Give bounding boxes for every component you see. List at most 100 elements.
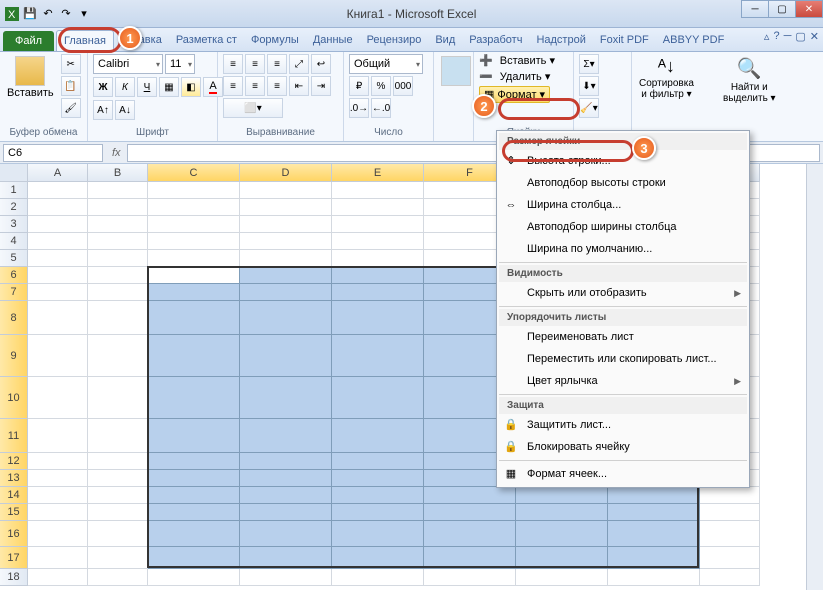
cell[interactable] [148, 250, 240, 267]
cell[interactable] [28, 335, 88, 377]
cell[interactable] [148, 301, 240, 335]
cell[interactable] [148, 521, 240, 547]
menu-format-cells[interactable]: ▦Формат ячеек... [499, 463, 747, 485]
row-header[interactable]: 2 [0, 199, 28, 216]
cell[interactable] [28, 233, 88, 250]
cell[interactable] [332, 487, 424, 504]
increase-indent-icon[interactable]: ⇥ [311, 76, 331, 96]
column-header[interactable]: C [148, 164, 240, 182]
cell[interactable] [88, 267, 148, 284]
tab-Разработч[interactable]: Разработч [462, 30, 529, 51]
underline-button[interactable]: Ч [137, 77, 157, 97]
cell[interactable] [332, 182, 424, 199]
menu-autofit-row[interactable]: Автоподбор высоты строки [499, 172, 747, 194]
cell[interactable] [700, 547, 760, 569]
percent-icon[interactable]: % [371, 76, 391, 96]
cell[interactable] [608, 569, 700, 586]
row-header[interactable]: 18 [0, 569, 28, 586]
cell[interactable] [332, 267, 424, 284]
tab-Формулы[interactable]: Формулы [244, 30, 306, 51]
cell[interactable] [240, 419, 332, 453]
cell[interactable] [240, 182, 332, 199]
cell[interactable] [332, 233, 424, 250]
close-button[interactable]: ✕ [795, 0, 823, 18]
cell[interactable] [148, 504, 240, 521]
cell[interactable] [28, 216, 88, 233]
align-middle-icon[interactable]: ≡ [245, 54, 265, 74]
menu-col-width[interactable]: ⇔Ширина столбца... [499, 194, 747, 216]
align-left-icon[interactable]: ≡ [223, 76, 243, 96]
cell[interactable] [240, 199, 332, 216]
cell[interactable] [240, 521, 332, 547]
cell[interactable] [28, 419, 88, 453]
border-button[interactable]: ▦ [159, 77, 179, 97]
mdi-close-icon[interactable]: ✕ [810, 30, 819, 43]
insert-cells-button[interactable]: ➕ Вставить ▾ [479, 54, 555, 67]
vertical-scrollbar[interactable] [806, 164, 823, 590]
cell[interactable] [88, 470, 148, 487]
menu-lock-cell[interactable]: 🔒Блокировать ячейку [499, 436, 747, 458]
tab-Foxit PDF[interactable]: Foxit PDF [593, 30, 656, 51]
format-painter-icon[interactable]: 🖌 [61, 98, 81, 118]
menu-protect-sheet[interactable]: 🔒Защитить лист... [499, 414, 747, 436]
align-center-icon[interactable]: ≡ [245, 76, 265, 96]
cell[interactable] [240, 504, 332, 521]
cell[interactable] [148, 470, 240, 487]
cell[interactable] [240, 301, 332, 335]
cell[interactable] [28, 487, 88, 504]
menu-tab-color[interactable]: Цвет ярлычка▶ [499, 370, 747, 392]
cell[interactable] [608, 487, 700, 504]
cell[interactable] [608, 547, 700, 569]
cell[interactable] [88, 216, 148, 233]
cell[interactable] [148, 377, 240, 419]
maximize-button[interactable]: ▢ [768, 0, 796, 18]
delete-cells-button[interactable]: ➖ Удалить ▾ [479, 70, 550, 83]
cell[interactable] [332, 377, 424, 419]
align-bottom-icon[interactable]: ≡ [267, 54, 287, 74]
name-box[interactable]: C6 [3, 144, 103, 162]
cell[interactable] [28, 250, 88, 267]
cell[interactable] [240, 470, 332, 487]
cell[interactable] [28, 267, 88, 284]
cell[interactable] [332, 335, 424, 377]
cell[interactable] [148, 419, 240, 453]
cell[interactable] [28, 470, 88, 487]
cell[interactable] [28, 377, 88, 419]
fx-icon[interactable]: fx [106, 147, 127, 159]
cell[interactable] [332, 504, 424, 521]
shrink-font-icon[interactable]: A↓ [115, 100, 135, 120]
undo-icon[interactable]: ↶ [40, 6, 56, 22]
cell[interactable] [240, 569, 332, 586]
cell[interactable] [424, 547, 516, 569]
bold-button[interactable]: Ж [93, 77, 113, 97]
cell[interactable] [608, 521, 700, 547]
cell[interactable] [28, 301, 88, 335]
cell[interactable] [240, 267, 332, 284]
cell[interactable] [700, 504, 760, 521]
column-header[interactable]: B [88, 164, 148, 182]
decrease-indent-icon[interactable]: ⇤ [289, 76, 309, 96]
menu-row-height[interactable]: ⇕Высота строки... [499, 150, 747, 172]
comma-icon[interactable]: 000 [393, 76, 413, 96]
cell[interactable] [516, 487, 608, 504]
column-header[interactable]: A [28, 164, 88, 182]
sort-filter-button[interactable]: ᴬ↓ Сортировка и фильтр ▾ [637, 54, 696, 102]
cell[interactable] [28, 453, 88, 470]
row-header[interactable]: 16 [0, 521, 28, 547]
tab-Вид[interactable]: Вид [428, 30, 462, 51]
tab-Надстрой[interactable]: Надстрой [529, 30, 592, 51]
column-header[interactable]: E [332, 164, 424, 182]
cell[interactable] [516, 547, 608, 569]
cell[interactable] [240, 216, 332, 233]
cell[interactable] [28, 284, 88, 301]
cell[interactable] [332, 453, 424, 470]
row-header[interactable]: 5 [0, 250, 28, 267]
cell[interactable] [332, 470, 424, 487]
cell[interactable] [240, 487, 332, 504]
cell[interactable] [28, 504, 88, 521]
row-header[interactable]: 12 [0, 453, 28, 470]
cell[interactable] [516, 521, 608, 547]
row-header[interactable]: 1 [0, 182, 28, 199]
cell[interactable] [88, 377, 148, 419]
cell[interactable] [28, 182, 88, 199]
